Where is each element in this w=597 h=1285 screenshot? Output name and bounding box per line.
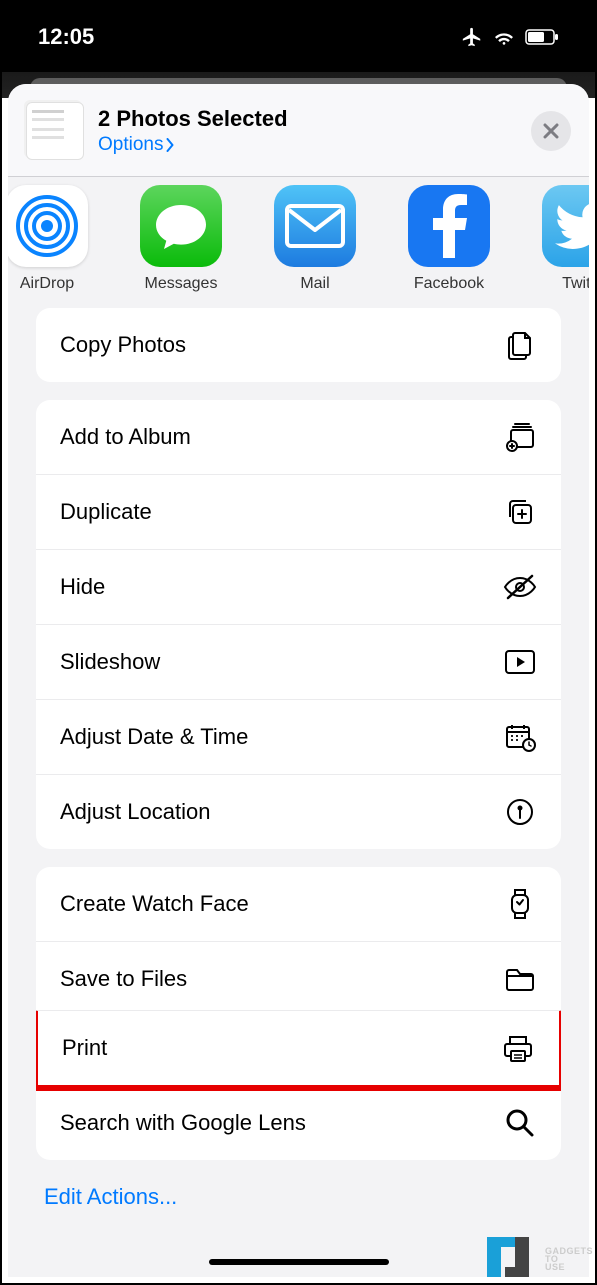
action-label: Create Watch Face <box>60 891 249 917</box>
calendar-clock-icon <box>503 720 537 754</box>
watch-icon <box>503 887 537 921</box>
action-create-watch-face[interactable]: Create Watch Face <box>36 867 561 941</box>
action-label: Add to Album <box>60 424 191 450</box>
share-app-facebook[interactable]: Facebook <box>382 185 516 293</box>
action-label: Search with Google Lens <box>60 1110 306 1136</box>
action-print[interactable]: Print <box>36 1010 561 1091</box>
action-label: Save to Files <box>60 966 187 992</box>
options-label: Options <box>98 134 163 156</box>
action-group-copy: Copy Photos <box>36 308 561 382</box>
status-bar: 12:05 <box>2 2 595 72</box>
share-sheet: 2 Photos Selected Options <box>8 84 589 1277</box>
watermark-text: GADGETS TO USE <box>545 1247 593 1271</box>
facebook-icon <box>408 185 490 267</box>
action-add-to-album[interactable]: Add to Album <box>36 400 561 474</box>
folder-icon <box>503 962 537 996</box>
action-group-extras: Create Watch Face Save to Files Print Se… <box>36 867 561 1160</box>
options-button[interactable]: Options <box>98 134 517 156</box>
action-label: Adjust Date & Time <box>60 724 248 750</box>
sheet-header: 2 Photos Selected Options <box>8 84 589 177</box>
home-indicator[interactable] <box>209 1259 389 1265</box>
share-app-messages[interactable]: Messages <box>114 185 248 293</box>
action-search-google-lens[interactable]: Search with Google Lens <box>36 1085 561 1160</box>
battery-icon <box>525 29 559 45</box>
duplicate-icon <box>503 495 537 529</box>
action-adjust-date-time[interactable]: Adjust Date & Time <box>36 699 561 774</box>
action-copy-photos[interactable]: Copy Photos <box>36 308 561 382</box>
action-label: Print <box>62 1035 107 1061</box>
action-group-photo-ops: Add to Album Duplicate Hide Slideshow <box>36 400 561 849</box>
action-label: Duplicate <box>60 499 152 525</box>
action-hide[interactable]: Hide <box>36 549 561 624</box>
watermark-logo <box>487 1237 539 1281</box>
app-label: AirDrop <box>20 275 74 293</box>
chevron-right-icon <box>165 138 176 152</box>
action-label: Copy Photos <box>60 332 186 358</box>
actions-list: Copy Photos Add to Album Duplicate H <box>8 294 589 1277</box>
app-label: Twitte <box>562 275 589 293</box>
hide-icon <box>503 570 537 604</box>
status-time: 12:05 <box>38 24 94 50</box>
app-label: Mail <box>300 275 329 293</box>
action-save-to-files[interactable]: Save to Files <box>36 941 561 1016</box>
share-app-mail[interactable]: Mail <box>248 185 382 293</box>
location-icon <box>503 795 537 829</box>
share-app-twitter[interactable]: Twitte <box>516 185 589 293</box>
watermark: GADGETS TO USE <box>487 1237 593 1281</box>
action-label: Slideshow <box>60 649 160 675</box>
share-apps-row: AirDrop Messages Mail Facebook Twitte <box>8 177 589 303</box>
search-icon <box>503 1106 537 1140</box>
action-adjust-location[interactable]: Adjust Location <box>36 774 561 849</box>
slideshow-icon <box>503 645 537 679</box>
app-label: Messages <box>145 275 218 293</box>
messages-icon <box>140 185 222 267</box>
close-icon <box>542 122 560 140</box>
printer-icon <box>501 1031 535 1065</box>
app-label: Facebook <box>414 275 484 293</box>
mail-icon <box>274 185 356 267</box>
action-duplicate[interactable]: Duplicate <box>36 474 561 549</box>
action-label: Hide <box>60 574 105 600</box>
wifi-icon <box>493 27 515 47</box>
share-app-airdrop[interactable]: AirDrop <box>8 185 114 293</box>
status-icons <box>461 26 559 48</box>
edit-actions-button[interactable]: Edit Actions... <box>36 1178 561 1216</box>
copy-icon <box>503 328 537 362</box>
action-slideshow[interactable]: Slideshow <box>36 624 561 699</box>
airdrop-icon <box>8 185 88 267</box>
close-button[interactable] <box>531 111 571 151</box>
content-thumbnail <box>26 102 84 160</box>
twitter-icon <box>542 185 589 267</box>
airplane-mode-icon <box>461 26 483 48</box>
action-label: Adjust Location <box>60 799 210 825</box>
album-add-icon <box>503 420 537 454</box>
sheet-title: 2 Photos Selected <box>98 106 517 132</box>
